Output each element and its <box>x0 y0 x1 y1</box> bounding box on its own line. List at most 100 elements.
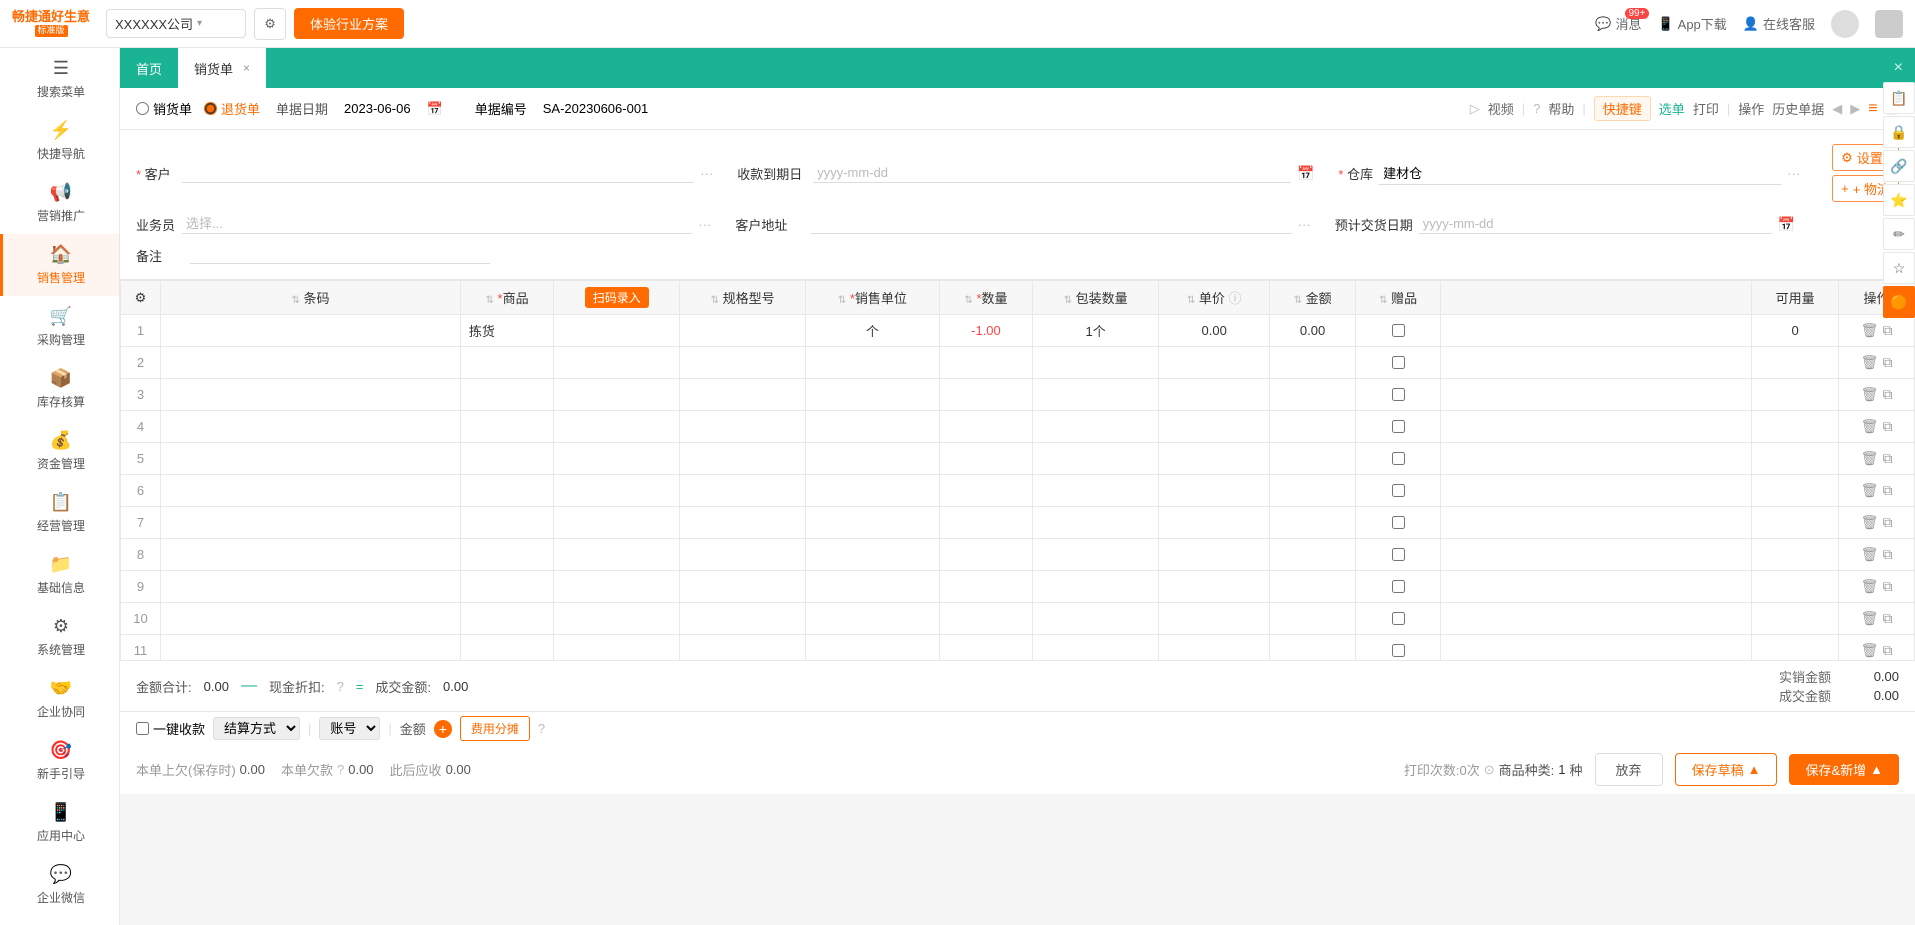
add-payment-button[interactable]: + <box>434 720 452 738</box>
cell-gift[interactable] <box>1355 635 1440 661</box>
cell-gift[interactable] <box>1355 539 1440 571</box>
cell-unit[interactable] <box>806 347 940 379</box>
cell-barcode[interactable] <box>161 379 461 411</box>
company-selector[interactable]: XXXXXX公司 ▾ <box>106 9 246 38</box>
barcode-input[interactable] <box>169 355 452 370</box>
barcode-input[interactable] <box>169 515 452 530</box>
cell-spec[interactable] <box>680 507 806 539</box>
cell-barcode[interactable] <box>161 443 461 475</box>
float-btn-2[interactable]: 🔒 <box>1883 116 1915 148</box>
cell-spec[interactable] <box>680 411 806 443</box>
delete-row-button[interactable]: 🗑 <box>1861 322 1879 339</box>
sidebar-item-inventory[interactable]: 📦 库存核算 <box>0 358 119 420</box>
cell-unit[interactable] <box>806 635 940 661</box>
cell-unit[interactable] <box>806 603 940 635</box>
radio-return-input[interactable] <box>204 102 217 115</box>
cell-product[interactable] <box>460 411 553 443</box>
barcode-input[interactable] <box>169 451 452 466</box>
cell-unit[interactable] <box>806 443 940 475</box>
receipt-date-input[interactable] <box>813 163 1291 183</box>
float-btn-6[interactable]: ☆ <box>1883 252 1915 284</box>
price-info-icon[interactable]: ⓘ <box>1228 291 1241 306</box>
avatar[interactable] <box>1831 10 1859 38</box>
cell-remarks[interactable] <box>1441 603 1752 635</box>
cell-product[interactable] <box>460 539 553 571</box>
cell-product[interactable] <box>460 347 553 379</box>
cell-price[interactable] <box>1159 443 1270 475</box>
sidebar-item-member[interactable]: ♛ 畅会员 <box>0 916 119 925</box>
cell-remarks[interactable] <box>1441 347 1752 379</box>
salesperson-input[interactable] <box>182 214 692 234</box>
gift-checkbox[interactable] <box>1392 644 1405 657</box>
cell-price[interactable] <box>1159 571 1270 603</box>
delete-row-button[interactable]: 🗑 <box>1861 546 1879 563</box>
choose-btn[interactable]: 选单 <box>1659 99 1685 118</box>
tab-sales-order[interactable]: 销货单 × <box>178 48 266 88</box>
copy-row-button[interactable]: ⧉ <box>1882 386 1892 403</box>
cell-price[interactable] <box>1159 603 1270 635</box>
sidebar-item-wechat[interactable]: 💬 企业微信 <box>0 854 119 916</box>
messages-button[interactable]: 💬 消息 99+ <box>1595 14 1641 33</box>
barcode-input[interactable] <box>169 387 452 402</box>
col-scan[interactable]: 扫码录入 <box>554 281 680 315</box>
col-settings[interactable]: ⚙ <box>121 281 161 315</box>
cell-gift[interactable] <box>1355 603 1440 635</box>
customer-input[interactable] <box>182 163 694 183</box>
copy-row-button[interactable]: ⧉ <box>1882 610 1892 627</box>
cell-product[interactable] <box>460 635 553 661</box>
sidebar-item-guide[interactable]: 🎯 新手引导 <box>0 730 119 792</box>
sidebar-item-marketing[interactable]: 📢 营销推广 <box>0 172 119 234</box>
cell-product[interactable]: 拣货 <box>460 315 553 347</box>
barcode-input[interactable] <box>169 323 452 338</box>
delete-row-button[interactable]: 🗑 <box>1861 578 1879 595</box>
cell-qty[interactable] <box>939 539 1032 571</box>
copy-row-button[interactable]: ⧉ <box>1882 322 1892 339</box>
cell-remarks[interactable] <box>1441 539 1752 571</box>
cell-gift[interactable] <box>1355 379 1440 411</box>
cell-unit[interactable]: 个 <box>806 315 940 347</box>
list-view-icon[interactable]: ≡ <box>1868 100 1877 118</box>
cell-spec[interactable] <box>680 603 806 635</box>
receipt-date-calendar-icon[interactable]: 📅 <box>1297 165 1314 182</box>
cell-qty[interactable] <box>939 443 1032 475</box>
arrears-info-icon[interactable]: ? <box>337 762 344 777</box>
sidebar-item-quicknav[interactable]: ⚡ 快捷导航 <box>0 110 119 172</box>
cell-gift[interactable] <box>1355 507 1440 539</box>
discount-info-icon[interactable]: ? <box>337 679 344 694</box>
gift-checkbox[interactable] <box>1392 420 1405 433</box>
table-settings-icon[interactable]: ⚙ <box>135 290 147 305</box>
cell-barcode[interactable] <box>161 571 461 603</box>
video-label[interactable]: 视频 <box>1488 99 1514 118</box>
radio-sales-order[interactable]: 销货单 <box>136 99 192 118</box>
radio-return-order[interactable]: 退货单 <box>204 99 260 118</box>
cell-product[interactable] <box>460 571 553 603</box>
cell-remarks[interactable] <box>1441 507 1752 539</box>
sidebar-item-collab[interactable]: 🤝 企业协同 <box>0 668 119 730</box>
salesperson-more-icon[interactable]: ··· <box>698 217 711 232</box>
cell-product[interactable] <box>460 475 553 507</box>
gift-checkbox[interactable] <box>1392 484 1405 497</box>
scan-button[interactable]: 扫码录入 <box>585 287 649 308</box>
float-btn-4[interactable]: ⭐ <box>1883 184 1915 216</box>
cell-price[interactable] <box>1159 539 1270 571</box>
cell-gift[interactable] <box>1355 411 1440 443</box>
cell-price[interactable] <box>1159 475 1270 507</box>
cell-unit[interactable] <box>806 379 940 411</box>
notes-input[interactable] <box>190 248 490 264</box>
expense-split-button[interactable]: 费用分摊 <box>460 716 530 741</box>
cell-qty[interactable] <box>939 475 1032 507</box>
delete-row-button[interactable]: 🗑 <box>1861 450 1879 467</box>
cell-price[interactable] <box>1159 379 1270 411</box>
account-select[interactable]: 账号 <box>319 717 380 740</box>
copy-row-button[interactable]: ⧉ <box>1882 514 1892 531</box>
cell-barcode[interactable] <box>161 347 461 379</box>
cell-qty[interactable] <box>939 635 1032 661</box>
cell-barcode[interactable] <box>161 603 461 635</box>
user-menu-icon[interactable] <box>1875 10 1903 38</box>
trial-button[interactable]: 体验行业方案 <box>294 8 404 39</box>
settle-method-select[interactable]: 结算方式 <box>213 717 300 740</box>
cell-unit[interactable] <box>806 571 940 603</box>
copy-row-button[interactable]: ⧉ <box>1882 354 1892 371</box>
cell-qty[interactable] <box>939 379 1032 411</box>
barcode-input[interactable] <box>169 483 452 498</box>
